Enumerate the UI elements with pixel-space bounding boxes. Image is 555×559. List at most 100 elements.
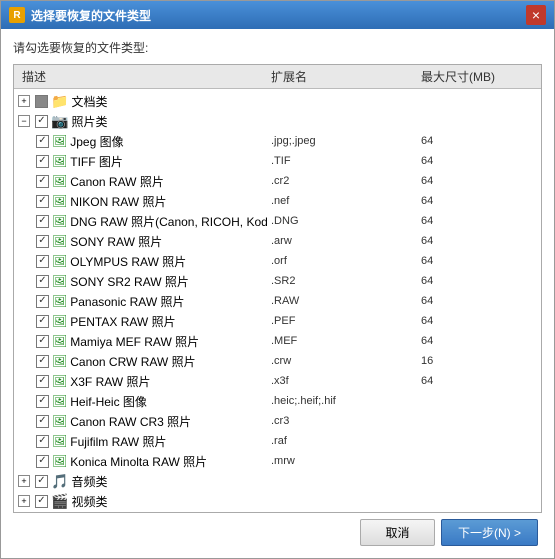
ext-nikon-raw: .nef bbox=[267, 195, 417, 207]
tree-row-doc[interactable]: + 📁 文档类 bbox=[14, 91, 541, 111]
size-pentax: 64 bbox=[417, 315, 517, 327]
checkbox-canon-cr3[interactable] bbox=[36, 415, 49, 428]
expand-audio[interactable]: + bbox=[18, 475, 30, 487]
checkbox-dng-raw[interactable] bbox=[36, 215, 49, 228]
col-maxsize: 最大尺寸(MB) bbox=[417, 68, 517, 85]
checkbox-x3f[interactable] bbox=[36, 375, 49, 388]
file-sony-sr2-icon: 🖼 bbox=[52, 274, 67, 288]
checkbox-doc[interactable] bbox=[35, 95, 48, 108]
tree-row-x3f[interactable]: 🖼 X3F RAW 照片 .x3f 64 bbox=[14, 371, 541, 391]
file-heif-icon: 🖼 bbox=[52, 394, 67, 408]
folder-photo-icon: 📷 bbox=[51, 113, 68, 130]
checkbox-audio[interactable] bbox=[35, 475, 48, 488]
col-scroll-spacer bbox=[517, 68, 537, 85]
tree-row-dng-raw[interactable]: 🖼 DNG RAW 照片(Canon, RICOH, Kod... .DNG 6… bbox=[14, 211, 541, 231]
label-x3f: X3F RAW 照片 bbox=[70, 373, 150, 390]
checkbox-photo[interactable] bbox=[35, 115, 48, 128]
label-audio: 音频类 bbox=[71, 473, 107, 490]
tree-row-fujifilm[interactable]: 🖼 Fujifilm RAW 照片 .raf bbox=[14, 431, 541, 451]
tree-row-heif[interactable]: 🖼 Heif-Heic 图像 .heic;.heif;.hif bbox=[14, 391, 541, 411]
expand-doc[interactable]: + bbox=[18, 95, 30, 107]
size-panasonic: 64 bbox=[417, 295, 517, 307]
checkbox-nikon-raw[interactable] bbox=[36, 195, 49, 208]
tree-row-nikon-raw[interactable]: 🖼 NIKON RAW 照片 .nef 64 bbox=[14, 191, 541, 211]
tree-row-video[interactable]: + 🎬 视频类 bbox=[14, 491, 541, 511]
tree-row-canon-cr3[interactable]: 🖼 Canon RAW CR3 照片 .cr3 bbox=[14, 411, 541, 431]
ext-heif: .heic;.heif;.hif bbox=[267, 395, 417, 407]
file-sony-raw-icon: 🖼 bbox=[52, 234, 67, 248]
label-canon-raw: Canon RAW 照片 bbox=[70, 173, 164, 190]
ext-pentax: .PEF bbox=[267, 315, 417, 327]
size-tiff: 64 bbox=[417, 155, 517, 167]
ext-x3f: .x3f bbox=[267, 375, 417, 387]
file-jpeg-icon: 🖼 bbox=[52, 134, 67, 148]
checkbox-video[interactable] bbox=[35, 495, 48, 508]
file-nikon-raw-icon: 🖼 bbox=[52, 194, 67, 208]
tree-row-olympus-raw[interactable]: 🖼 OLYMPUS RAW 照片 .orf 64 bbox=[14, 251, 541, 271]
checkbox-canon-raw[interactable] bbox=[36, 175, 49, 188]
col-extension: 扩展名 bbox=[267, 68, 417, 85]
label-heif: Heif-Heic 图像 bbox=[70, 393, 147, 410]
label-nikon-raw: NIKON RAW 照片 bbox=[70, 193, 166, 210]
checkbox-fujifilm[interactable] bbox=[36, 435, 49, 448]
expand-video[interactable]: + bbox=[18, 495, 30, 507]
checkbox-panasonic[interactable] bbox=[36, 295, 49, 308]
ext-canon-crw: .crw bbox=[267, 355, 417, 367]
tree-row-audio[interactable]: + 🎵 音频类 bbox=[14, 471, 541, 491]
tree-row-tiff[interactable]: 🖼 TIFF 图片 .TIF 64 bbox=[14, 151, 541, 171]
label-sony-raw: SONY RAW 照片 bbox=[70, 233, 162, 250]
tree-row-sony-raw[interactable]: 🖼 SONY RAW 照片 .arw 64 bbox=[14, 231, 541, 251]
file-canon-cr3-icon: 🖼 bbox=[52, 414, 67, 428]
ext-sony-raw: .arw bbox=[267, 235, 417, 247]
checkbox-tiff[interactable] bbox=[36, 155, 49, 168]
checkbox-mamiya[interactable] bbox=[36, 335, 49, 348]
size-canon-crw: 16 bbox=[417, 355, 517, 367]
cancel-button[interactable]: 取消 bbox=[360, 519, 435, 546]
label-dng-raw: DNG RAW 照片(Canon, RICOH, Kod... bbox=[70, 213, 267, 230]
title-bar: R 选择要恢复的文件类型 × bbox=[1, 1, 554, 29]
checkbox-canon-crw[interactable] bbox=[36, 355, 49, 368]
tree-row-photo[interactable]: − 📷 照片类 bbox=[14, 111, 541, 131]
ext-konica: .mrw bbox=[267, 455, 417, 467]
ext-olympus-raw: .orf bbox=[267, 255, 417, 267]
label-canon-cr3: Canon RAW CR3 照片 bbox=[70, 413, 191, 430]
ext-canon-raw: .cr2 bbox=[267, 175, 417, 187]
size-canon-raw: 64 bbox=[417, 175, 517, 187]
checkbox-pentax[interactable] bbox=[36, 315, 49, 328]
expand-photo[interactable]: − bbox=[18, 115, 30, 127]
label-photo: 照片类 bbox=[71, 113, 107, 130]
tree-row-panasonic[interactable]: 🖼 Panasonic RAW 照片 .RAW 64 bbox=[14, 291, 541, 311]
checkbox-konica[interactable] bbox=[36, 455, 49, 468]
tree-row-sony-sr2[interactable]: 🖼 SONY SR2 RAW 照片 .SR2 64 bbox=[14, 271, 541, 291]
footer: 取消 下一步(N) > bbox=[13, 513, 542, 550]
file-konica-icon: 🖼 bbox=[52, 454, 67, 468]
checkbox-heif[interactable] bbox=[36, 395, 49, 408]
tree-row-konica[interactable]: 🖼 Konica Minolta RAW 照片 .mrw bbox=[14, 451, 541, 471]
tree-row-mamiya[interactable]: 🖼 Mamiya MEF RAW 照片 .MEF 64 bbox=[14, 331, 541, 351]
checkbox-olympus-raw[interactable] bbox=[36, 255, 49, 268]
checkbox-sony-sr2[interactable] bbox=[36, 275, 49, 288]
size-x3f: 64 bbox=[417, 375, 517, 387]
file-tiff-icon: 🖼 bbox=[52, 154, 67, 168]
size-mamiya: 64 bbox=[417, 335, 517, 347]
ext-canon-cr3: .cr3 bbox=[267, 415, 417, 427]
next-button[interactable]: 下一步(N) > bbox=[441, 519, 538, 546]
close-button[interactable]: × bbox=[526, 5, 546, 25]
ext-fujifilm: .raf bbox=[267, 435, 417, 447]
label-canon-crw: Canon CRW RAW 照片 bbox=[70, 353, 195, 370]
label-tiff: TIFF 图片 bbox=[70, 153, 123, 170]
label-konica: Konica Minolta RAW 照片 bbox=[70, 453, 207, 470]
ext-mamiya: .MEF bbox=[267, 335, 417, 347]
size-sony-sr2: 64 bbox=[417, 275, 517, 287]
tree-row-jpeg[interactable]: 🖼 Jpeg 图像 .jpg;.jpeg 64 bbox=[14, 131, 541, 151]
tree-row-canon-raw[interactable]: 🖼 Canon RAW 照片 .cr2 64 bbox=[14, 171, 541, 191]
ext-jpeg: .jpg;.jpeg bbox=[267, 135, 417, 147]
ext-tiff: .TIF bbox=[267, 155, 417, 167]
tree-row-pentax[interactable]: 🖼 PENTAX RAW 照片 .PEF 64 bbox=[14, 311, 541, 331]
app-icon: R bbox=[9, 7, 25, 23]
checkbox-jpeg[interactable] bbox=[36, 135, 49, 148]
tree-rows: + 📁 文档类 − 📷 照片类 bbox=[14, 89, 541, 513]
tree-row-canon-crw[interactable]: 🖼 Canon CRW RAW 照片 .crw 16 bbox=[14, 351, 541, 371]
checkbox-sony-raw[interactable] bbox=[36, 235, 49, 248]
size-jpeg: 64 bbox=[417, 135, 517, 147]
